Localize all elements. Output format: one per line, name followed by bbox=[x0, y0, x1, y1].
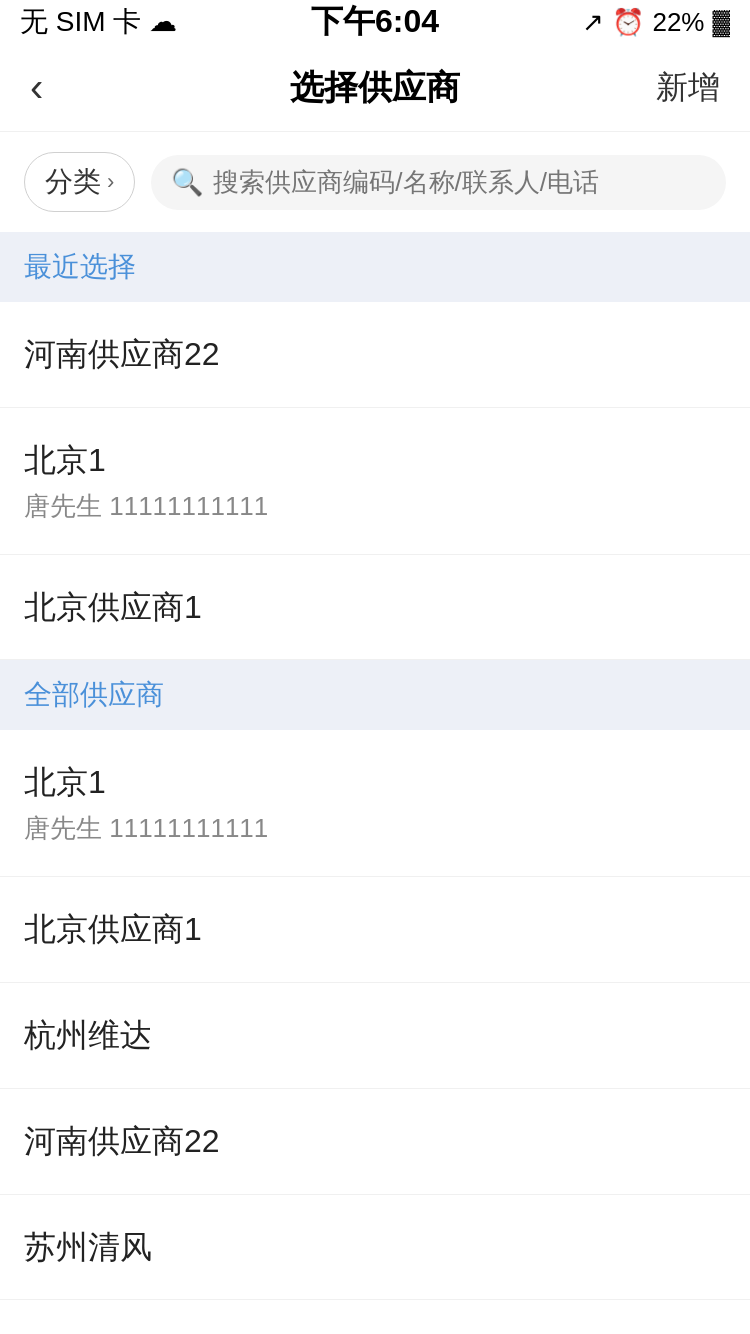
status-left: 无 SIM 卡 ☁ bbox=[20, 3, 177, 41]
list-item[interactable]: 苏州清风 bbox=[0, 1195, 750, 1301]
add-button[interactable]: 新增 bbox=[656, 66, 720, 110]
sim-status: 无 SIM 卡 ☁ bbox=[20, 3, 177, 41]
recent-section-header: 最近选择 bbox=[0, 232, 750, 302]
recent-list: 河南供应商22 北京1 唐先生 11111111111 北京供应商1 bbox=[0, 302, 750, 660]
status-bar: 无 SIM 卡 ☁ 下午6:04 ↗ ⏰ 22% ▓ bbox=[0, 0, 750, 44]
all-list: 北京1 唐先生 11111111111 北京供应商1 杭州维达河南供应商22 苏州清风 bbox=[0, 730, 750, 1300]
item-name: 北京1 bbox=[24, 438, 726, 483]
item-name: 北京供应商1 bbox=[24, 907, 726, 952]
list-item[interactable]: 河南供应商22 bbox=[0, 302, 750, 408]
item-sub: 唐先生 11111111111 bbox=[24, 811, 726, 846]
battery-level: 22% bbox=[652, 7, 704, 38]
search-box[interactable]: 🔍 bbox=[151, 155, 726, 210]
item-name: 河南供应商22 bbox=[24, 332, 726, 377]
all-section-header: 全部供应商 bbox=[0, 660, 750, 730]
battery-icon: ▓ bbox=[713, 8, 731, 36]
search-input[interactable] bbox=[213, 167, 706, 198]
back-button[interactable]: ‹ bbox=[30, 65, 90, 110]
chevron-right-icon: › bbox=[107, 169, 114, 195]
category-label: 分类 bbox=[45, 163, 101, 201]
page-title: 选择供应商 bbox=[290, 65, 460, 111]
search-icon: 🔍 bbox=[171, 167, 203, 198]
item-name: 北京供应商1 bbox=[24, 585, 726, 630]
filter-bar: 分类 › 🔍 bbox=[0, 132, 750, 232]
status-right: ↗ ⏰ 22% ▓ bbox=[582, 7, 730, 38]
location-icon: ↗ bbox=[582, 7, 604, 38]
list-item[interactable]: 北京供应商1 bbox=[0, 877, 750, 983]
item-name: 杭州维达 bbox=[24, 1013, 726, 1058]
category-button[interactable]: 分类 › bbox=[24, 152, 135, 212]
status-time: 下午6:04 bbox=[311, 0, 439, 44]
nav-bar: ‹ 选择供应商 新增 bbox=[0, 44, 750, 132]
list-item[interactable]: 北京1 唐先生 11111111111 bbox=[0, 408, 750, 555]
recent-section-label: 最近选择 bbox=[24, 251, 136, 282]
alarm-icon: ⏰ bbox=[612, 7, 644, 38]
item-name: 河南供应商22 bbox=[24, 1119, 726, 1164]
item-name: 北京1 bbox=[24, 760, 726, 805]
list-item[interactable]: 河南供应商22 bbox=[0, 1089, 750, 1195]
item-sub: 唐先生 11111111111 bbox=[24, 489, 726, 524]
all-section-label: 全部供应商 bbox=[24, 679, 164, 710]
list-item[interactable]: 北京供应商1 bbox=[0, 555, 750, 661]
list-item[interactable]: 杭州维达 bbox=[0, 983, 750, 1089]
list-item[interactable]: 北京1 唐先生 11111111111 bbox=[0, 730, 750, 877]
item-name: 苏州清风 bbox=[24, 1225, 726, 1270]
